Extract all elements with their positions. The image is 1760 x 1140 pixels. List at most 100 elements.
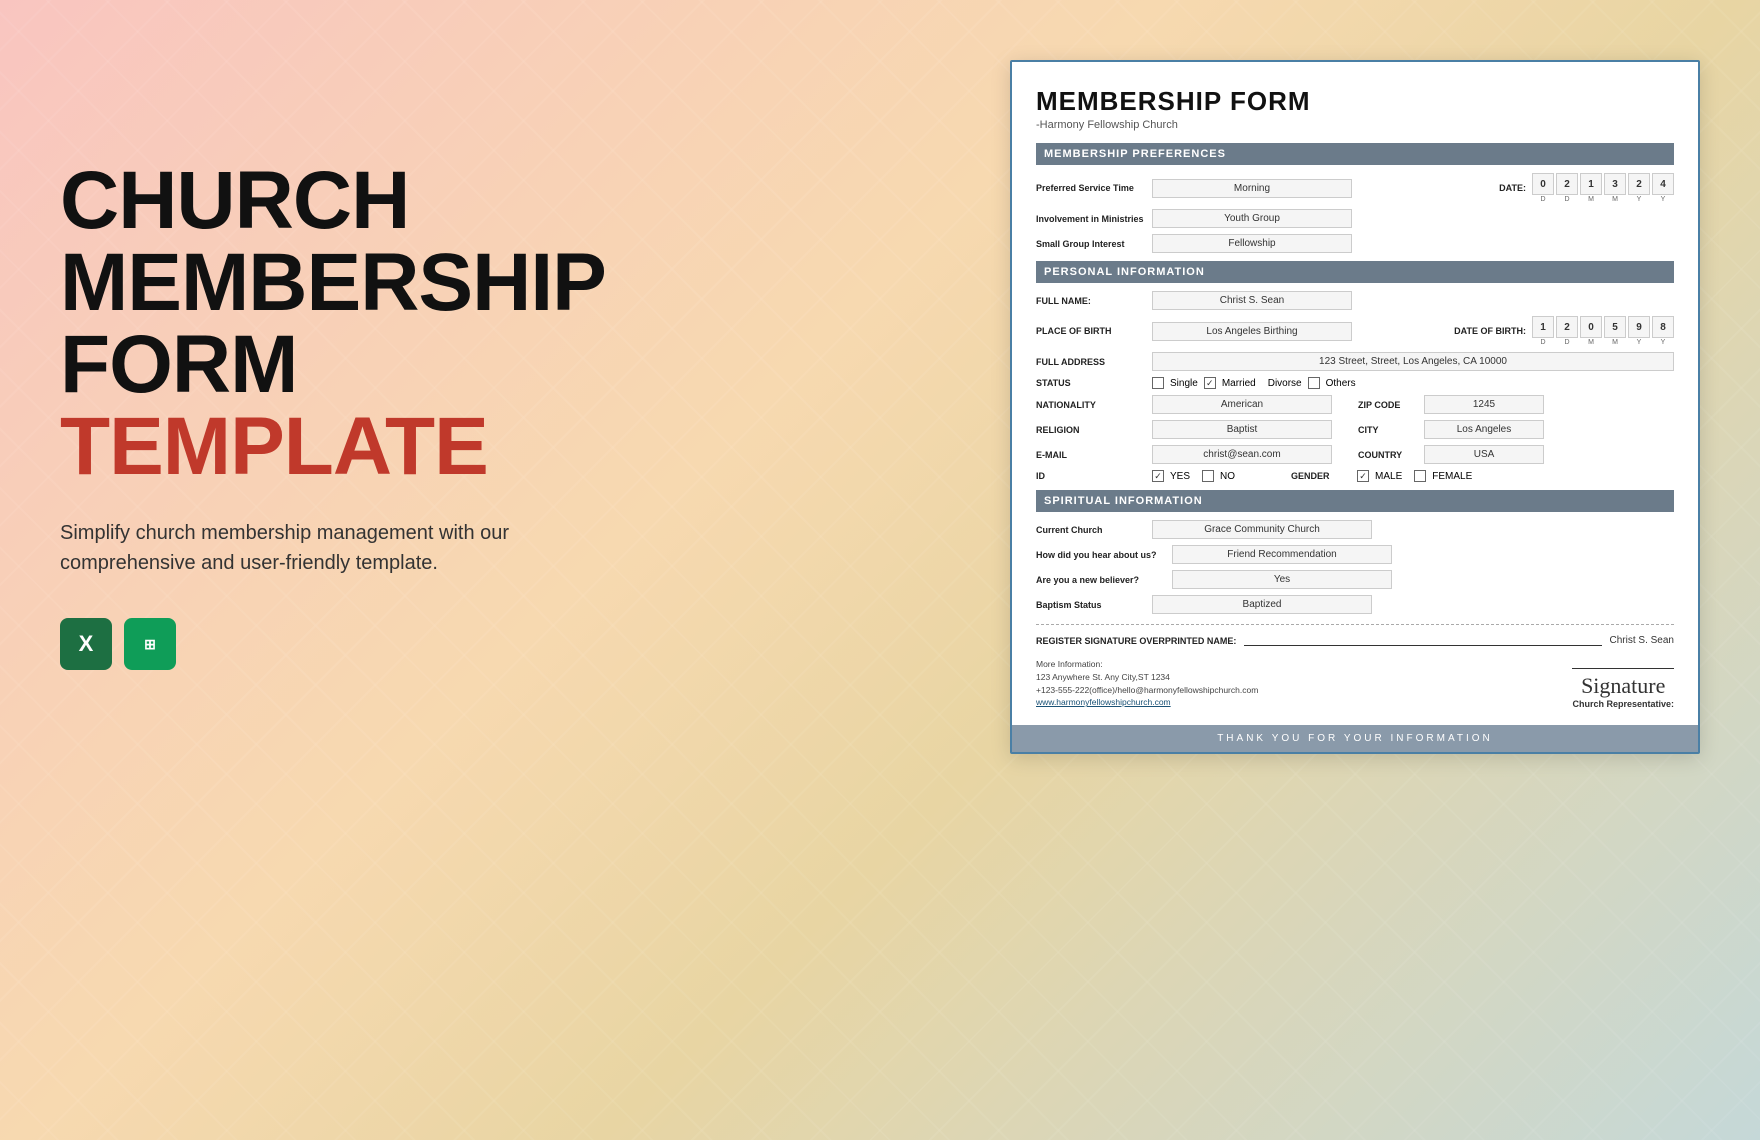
country-label: COUNTRY xyxy=(1358,450,1418,460)
left-panel: CHURCH MEMBERSHIP FORM TEMPLATE Simplify… xyxy=(60,160,620,670)
married-label: Married xyxy=(1222,378,1256,389)
id-no-checkbox[interactable] xyxy=(1202,470,1214,482)
form-subtitle: -Harmony Fellowship Church xyxy=(1036,119,1674,131)
current-church-row: Current Church Grace Community Church xyxy=(1036,520,1674,539)
dob-d2[interactable]: 2 xyxy=(1556,316,1578,338)
church-rep-label: Church Representative: xyxy=(1572,699,1674,709)
sheets-icon: ⊞ xyxy=(124,618,176,670)
zip-value[interactable]: 1245 xyxy=(1424,395,1544,414)
thank-you-bar: THANK YOU FOR YOUR INFORMATION xyxy=(1012,725,1698,752)
pob-value[interactable]: Los Angeles Birthing xyxy=(1152,322,1352,341)
date-m2[interactable]: 3 xyxy=(1604,173,1626,195)
city-value[interactable]: Los Angeles xyxy=(1424,420,1544,439)
current-church-value[interactable]: Grace Community Church xyxy=(1152,520,1372,539)
dob-y1[interactable]: 9 xyxy=(1628,316,1650,338)
id-yes-checkbox[interactable] xyxy=(1152,470,1164,482)
sig-name: Christ S. Sean xyxy=(1610,635,1674,646)
form-title: MEMBERSHIP FORM xyxy=(1036,86,1674,117)
form-footer: REGISTER SIGNATURE OVERPRINTED NAME: Chr… xyxy=(1036,624,1674,717)
baptism-value[interactable]: Baptized xyxy=(1152,595,1372,614)
signature-area: Signature Church Representative: xyxy=(1572,668,1674,709)
nationality-value[interactable]: American xyxy=(1152,395,1332,414)
excel-icon: X xyxy=(60,618,112,670)
form-panel: MEMBERSHIP FORM -Harmony Fellowship Chur… xyxy=(1010,60,1700,754)
country-value[interactable]: USA xyxy=(1424,445,1544,464)
nationality-label: NATIONALITY xyxy=(1036,400,1146,410)
section-spiritual-information: SPIRITUAL INFORMATION xyxy=(1036,490,1674,512)
how-heard-value[interactable]: Friend Recommendation xyxy=(1172,545,1392,564)
address-label: FULL ADDRESS xyxy=(1036,357,1146,367)
nationality-row: NATIONALITY American ZIP CODE 1245 xyxy=(1036,395,1674,414)
full-name-row: FULL NAME: Christ S. Sean xyxy=(1036,291,1674,310)
current-church-label: Current Church xyxy=(1036,525,1146,535)
date-group: DATE: 0D 2D 1M 3M 2Y 4Y xyxy=(1499,173,1674,203)
involvement-value[interactable]: Youth Group xyxy=(1152,209,1352,228)
how-heard-label: How did you hear about us? xyxy=(1036,550,1166,560)
status-label: STATUS xyxy=(1036,378,1146,388)
id-no-label: NO xyxy=(1220,471,1235,482)
email-value[interactable]: christ@sean.com xyxy=(1152,445,1332,464)
date-y2[interactable]: 4 xyxy=(1652,173,1674,195)
religion-label: RELIGION xyxy=(1036,425,1146,435)
gender-female-checkbox[interactable] xyxy=(1414,470,1426,482)
date-y1[interactable]: 2 xyxy=(1628,173,1650,195)
section-membership-preferences: MEMBERSHIP PREFERENCES xyxy=(1036,143,1674,165)
baptism-row: Baptism Status Baptized xyxy=(1036,595,1674,614)
full-name-label: FULL NAME: xyxy=(1036,296,1146,306)
new-believer-row: Are you a new believer? Yes xyxy=(1036,570,1674,589)
baptism-label: Baptism Status xyxy=(1036,600,1146,610)
others-checkbox[interactable] xyxy=(1308,377,1320,389)
date-d1[interactable]: 0 xyxy=(1532,173,1554,195)
section-personal-information: PERSONAL INFORMATION xyxy=(1036,261,1674,283)
date-m1[interactable]: 1 xyxy=(1580,173,1602,195)
status-row: STATUS Single Married Divorse Others xyxy=(1036,377,1674,389)
new-believer-value[interactable]: Yes xyxy=(1172,570,1392,589)
small-group-label: Small Group Interest xyxy=(1036,239,1146,249)
involvement-label: Involvement in Ministries xyxy=(1036,214,1146,224)
new-believer-label: Are you a new believer? xyxy=(1036,575,1166,585)
id-gender-row: ID YES NO GENDER MALE FEMALE xyxy=(1036,470,1674,482)
preferred-service-value[interactable]: Morning xyxy=(1152,179,1352,198)
dob-m2[interactable]: 5 xyxy=(1604,316,1626,338)
gender-label: GENDER xyxy=(1291,471,1351,481)
gender-male-label: MALE xyxy=(1375,471,1402,482)
title-template: TEMPLATE xyxy=(60,406,620,488)
gender-female-label: FEMALE xyxy=(1432,471,1472,482)
dob-d1[interactable]: 1 xyxy=(1532,316,1554,338)
date-d2[interactable]: 2 xyxy=(1556,173,1578,195)
signature-row: REGISTER SIGNATURE OVERPRINTED NAME: Chr… xyxy=(1036,635,1674,646)
religion-row: RELIGION Baptist CITY Los Angeles xyxy=(1036,420,1674,439)
email-row: E-MAIL christ@sean.com COUNTRY USA xyxy=(1036,445,1674,464)
how-heard-row: How did you hear about us? Friend Recomm… xyxy=(1036,545,1674,564)
sig-label: REGISTER SIGNATURE OVERPRINTED NAME: xyxy=(1036,636,1236,646)
gender-male-checkbox[interactable] xyxy=(1357,470,1369,482)
preferred-service-row: Preferred Service Time Morning DATE: 0D … xyxy=(1036,173,1674,203)
divorce-label: Divorse xyxy=(1268,378,1302,389)
married-checkbox[interactable] xyxy=(1204,377,1216,389)
others-label: Others xyxy=(1326,378,1356,389)
date-label: DATE: xyxy=(1499,183,1526,193)
full-name-value[interactable]: Christ S. Sean xyxy=(1152,291,1352,310)
small-group-row: Small Group Interest Fellowship xyxy=(1036,234,1674,253)
app-icons: X ⊞ xyxy=(60,618,620,670)
religion-value[interactable]: Baptist xyxy=(1152,420,1332,439)
dob-y2[interactable]: 8 xyxy=(1652,316,1674,338)
id-yes-label: YES xyxy=(1170,471,1190,482)
dob-label: DATE OF BIRTH: xyxy=(1454,326,1526,336)
single-checkbox[interactable] xyxy=(1152,377,1164,389)
address-row: FULL ADDRESS 123 Street, Street, Los Ang… xyxy=(1036,352,1674,371)
description-text: Simplify church membership management wi… xyxy=(60,518,540,578)
signature-graphic: Signature xyxy=(1581,673,1665,698)
zip-label: ZIP CODE xyxy=(1358,400,1418,410)
title-church: CHURCH MEMBERSHIP FORM xyxy=(60,160,620,406)
small-group-value[interactable]: Fellowship xyxy=(1152,234,1352,253)
sig-line xyxy=(1244,645,1601,646)
pob-label: PLACE OF BIRTH xyxy=(1036,326,1146,336)
dob-m1[interactable]: 0 xyxy=(1580,316,1602,338)
address-value[interactable]: 123 Street, Street, Los Angeles, CA 1000… xyxy=(1152,352,1674,371)
email-label: E-MAIL xyxy=(1036,450,1146,460)
pob-row: PLACE OF BIRTH Los Angeles Birthing DATE… xyxy=(1036,316,1674,346)
contact-info: More Information: 123 Anywhere St. Any C… xyxy=(1036,658,1258,709)
footer-two-col: More Information: 123 Anywhere St. Any C… xyxy=(1036,658,1674,709)
preferred-service-label: Preferred Service Time xyxy=(1036,183,1146,193)
